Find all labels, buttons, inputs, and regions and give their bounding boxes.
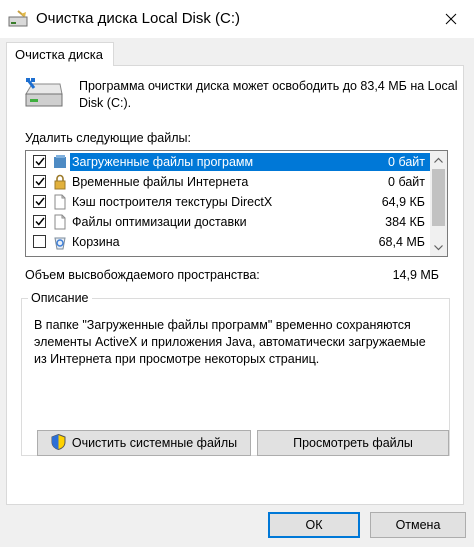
document-icon — [52, 194, 68, 210]
checkmark-icon — [34, 157, 45, 166]
list-item[interactable]: Файлы оптимизации доставки 384 КБ — [27, 212, 431, 232]
tab-panel: Программа очистки диска может освободить… — [6, 65, 464, 505]
file-name: Файлы оптимизации доставки — [72, 215, 247, 229]
tab-disk-cleanup[interactable]: Очистка диска — [6, 42, 114, 66]
shield-icon — [51, 433, 66, 453]
drive-icon — [24, 78, 64, 115]
file-size: 68,4 МБ — [378, 235, 425, 249]
file-size: 0 байт — [388, 175, 425, 189]
close-button[interactable] — [428, 0, 474, 38]
checkbox[interactable] — [33, 215, 46, 228]
ok-button[interactable]: ОК — [268, 512, 360, 538]
file-name: Кэш построителя текстуры DirectX — [72, 195, 273, 209]
space-freed-label: Объем высвобождаемого пространства: — [25, 268, 260, 282]
file-name: Временные файлы Интернета — [72, 175, 249, 189]
folder-icon — [52, 154, 68, 170]
file-size: 384 КБ — [385, 215, 425, 229]
checkbox[interactable] — [33, 195, 46, 208]
file-size: 0 байт — [388, 153, 427, 171]
scroll-up-button[interactable] — [430, 151, 447, 168]
chevron-down-icon — [434, 244, 443, 250]
recycle-bin-icon — [52, 234, 68, 250]
checkmark-icon — [34, 197, 45, 206]
list-scrollbar[interactable] — [430, 151, 447, 256]
list-item[interactable]: Кэш построителя текстуры DirectX 64,9 КБ — [27, 192, 431, 212]
space-freed-value: 14,9 МБ — [392, 268, 439, 282]
list-item[interactable]: Загруженные файлы программ 0 байт — [27, 152, 431, 172]
checkbox[interactable] — [33, 175, 46, 188]
disk-cleanup-window: Очистка диска Local Disk (C:) Очистка ди… — [0, 0, 474, 547]
window-title: Очистка диска Local Disk (C:) — [36, 10, 241, 27]
intro-text: Программа очистки диска может освободить… — [79, 79, 458, 110]
description-title: Описание — [28, 291, 92, 305]
files-list[interactable]: Загруженные файлы программ 0 байт Времен… — [25, 150, 448, 257]
clean-system-files-label: Очистить системные файлы — [71, 436, 238, 450]
scrollbar-thumb[interactable] — [432, 169, 445, 226]
disk-cleanup-app-icon — [8, 10, 28, 31]
checkbox[interactable] — [33, 235, 46, 248]
title-bar[interactable]: Очистка диска Local Disk (C:) — [0, 0, 474, 38]
description-text: В папке "Загруженные файлы программ" вре… — [34, 318, 426, 366]
lock-icon — [52, 174, 68, 190]
clean-system-files-button[interactable]: Очистить системные файлы — [37, 430, 251, 456]
chevron-up-icon — [434, 157, 443, 163]
checkmark-icon — [34, 217, 45, 226]
view-files-button[interactable]: Просмотреть файлы — [257, 430, 449, 456]
document-icon — [52, 214, 68, 230]
cancel-button[interactable]: Отмена — [370, 512, 466, 538]
scroll-down-button[interactable] — [430, 239, 447, 256]
file-size: 64,9 КБ — [381, 195, 425, 209]
list-item[interactable]: Корзина 68,4 МБ — [27, 232, 431, 252]
checkmark-icon — [34, 177, 45, 186]
close-icon — [445, 13, 457, 25]
file-name: Корзина — [72, 235, 120, 249]
file-name: Загруженные файлы программ — [70, 153, 430, 171]
checkbox[interactable] — [33, 155, 46, 168]
list-item[interactable]: Временные файлы Интернета 0 байт — [27, 172, 431, 192]
files-to-delete-label: Удалить следующие файлы: — [25, 131, 191, 145]
